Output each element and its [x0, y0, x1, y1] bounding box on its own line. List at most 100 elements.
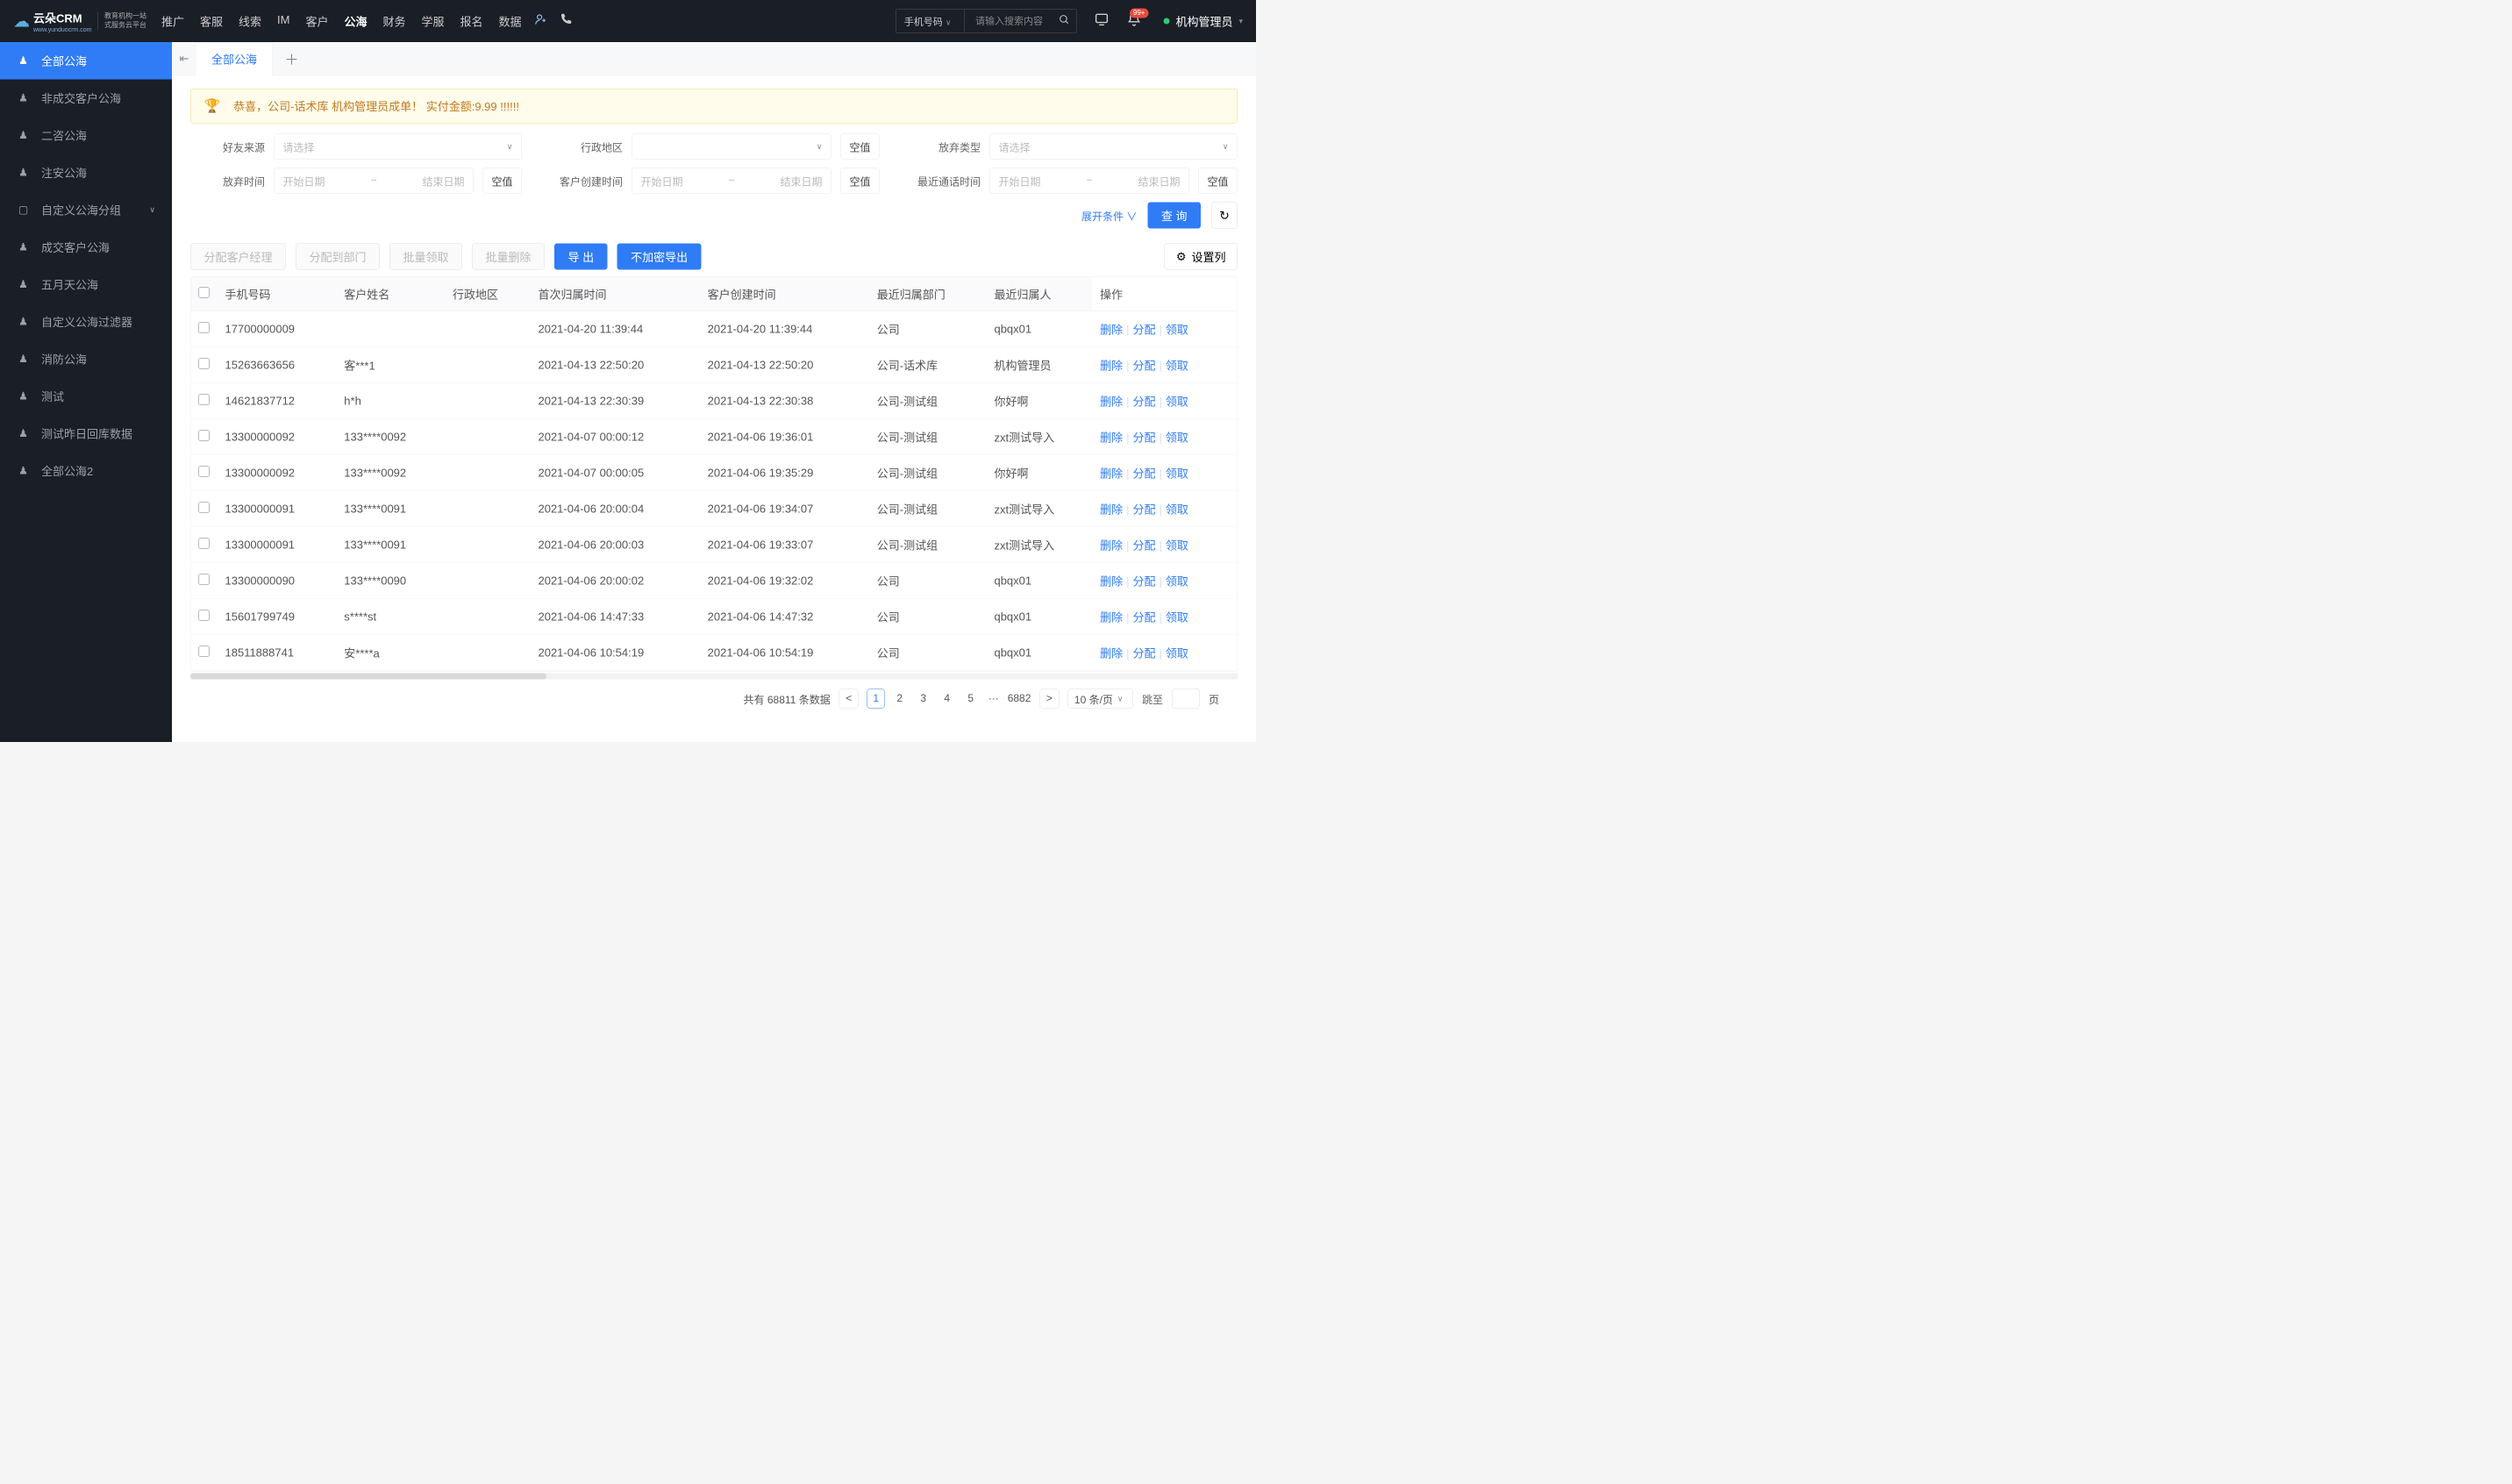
sidebar-item-9[interactable]: ♟测试 — [0, 378, 172, 416]
sidebar-item-7[interactable]: ♟自定义公海过滤器 — [0, 303, 172, 341]
null-abandon-time-button[interactable]: 空值 — [482, 168, 522, 194]
sidebar-item-3[interactable]: ♟注安公海 — [0, 154, 172, 192]
row-assign-link[interactable]: 分配 — [1132, 575, 1155, 589]
row-claim-link[interactable]: 领取 — [1166, 432, 1188, 445]
jump-input[interactable] — [1172, 689, 1200, 709]
row-checkbox[interactable] — [199, 323, 210, 333]
add-user-icon[interactable] — [535, 13, 548, 30]
nav-item-5[interactable]: 公海 — [343, 11, 369, 32]
row-claim-link[interactable]: 领取 — [1166, 324, 1188, 337]
select-friend-source[interactable]: 请选择∨ — [274, 134, 522, 160]
export-button[interactable]: 导 出 — [554, 244, 608, 270]
page-number[interactable]: 2 — [891, 689, 909, 709]
user-menu[interactable]: 机构管理员 ▾ — [1163, 13, 1243, 30]
row-delete-link[interactable]: 删除 — [1100, 647, 1123, 660]
monitor-icon[interactable] — [1094, 12, 1109, 31]
set-columns-button[interactable]: ⚙ 设置列 — [1164, 244, 1238, 270]
row-claim-link[interactable]: 领取 — [1166, 396, 1188, 409]
row-claim-link[interactable]: 领取 — [1166, 575, 1188, 589]
row-delete-link[interactable]: 删除 — [1100, 611, 1123, 624]
null-create-time-button[interactable]: 空值 — [840, 168, 880, 194]
row-claim-link[interactable]: 领取 — [1166, 360, 1188, 373]
add-tab-button[interactable]: ＋ — [273, 48, 311, 68]
nav-item-7[interactable]: 学服 — [420, 11, 446, 32]
row-checkbox[interactable] — [199, 467, 210, 477]
row-claim-link[interactable]: 领取 — [1166, 647, 1188, 660]
row-assign-link[interactable]: 分配 — [1132, 503, 1155, 517]
tab-all-sea[interactable]: 全部公海 — [196, 42, 273, 75]
row-assign-link[interactable]: 分配 — [1132, 467, 1155, 481]
sidebar-item-10[interactable]: ♟测试昨日回库数据 — [0, 415, 172, 453]
row-delete-link[interactable]: 删除 — [1100, 539, 1123, 553]
row-assign-link[interactable]: 分配 — [1132, 432, 1155, 445]
sidebar-item-6[interactable]: ♟五月天公海 — [0, 266, 172, 303]
row-checkbox[interactable] — [199, 539, 210, 549]
row-assign-link[interactable]: 分配 — [1132, 360, 1155, 373]
sidebar-item-1[interactable]: ♟非成交客户公海 — [0, 80, 172, 118]
page-prev-button[interactable]: < — [839, 689, 859, 709]
sidebar-item-2[interactable]: ♟二咨公海 — [0, 117, 172, 154]
row-assign-link[interactable]: 分配 — [1132, 324, 1155, 337]
null-region-button[interactable]: 空值 — [840, 134, 880, 160]
phone-icon[interactable] — [560, 13, 573, 30]
row-claim-link[interactable]: 领取 — [1166, 611, 1188, 624]
row-delete-link[interactable]: 删除 — [1100, 503, 1123, 517]
select-abandon-type[interactable]: 请选择∨ — [989, 134, 1238, 160]
row-assign-link[interactable]: 分配 — [1132, 539, 1155, 553]
row-claim-link[interactable]: 领取 — [1166, 539, 1188, 553]
bulk-claim-button[interactable]: 批量领取 — [389, 244, 462, 270]
row-delete-link[interactable]: 删除 — [1100, 575, 1123, 589]
row-checkbox[interactable] — [199, 610, 210, 621]
nav-item-2[interactable]: 线索 — [237, 11, 263, 32]
export-plain-button[interactable]: 不加密导出 — [617, 244, 702, 270]
range-create-time[interactable]: 开始日期~结束日期 — [632, 168, 831, 194]
select-all-checkbox[interactable] — [199, 288, 210, 298]
row-checkbox[interactable] — [199, 503, 210, 513]
row-delete-link[interactable]: 删除 — [1100, 324, 1123, 337]
row-checkbox[interactable] — [199, 646, 210, 657]
nav-item-9[interactable]: 数据 — [497, 11, 524, 32]
page-last[interactable]: 6882 — [1008, 689, 1031, 709]
row-assign-link[interactable]: 分配 — [1132, 396, 1155, 409]
page-number[interactable]: 3 — [915, 689, 932, 709]
refresh-button[interactable]: ↻ — [1211, 203, 1238, 229]
nav-item-4[interactable]: 客户 — [304, 11, 331, 32]
assign-dept-button[interactable]: 分配到部门 — [296, 244, 380, 270]
search-icon[interactable] — [1059, 14, 1070, 29]
row-delete-link[interactable]: 删除 — [1100, 360, 1123, 373]
page-number[interactable]: 4 — [938, 689, 956, 709]
query-button[interactable]: 查 询 — [1147, 203, 1201, 229]
expand-filters-link[interactable]: 展开条件 ∨ — [1081, 208, 1137, 224]
select-region[interactable]: ∨ — [632, 134, 831, 160]
row-checkbox[interactable] — [199, 431, 210, 441]
sidebar-item-4[interactable]: ▢自定义公海分组∨ — [0, 191, 172, 229]
page-next-button[interactable]: > — [1039, 689, 1059, 709]
search-input[interactable] — [971, 11, 1059, 32]
bulk-delete-button[interactable]: 批量删除 — [472, 244, 545, 270]
nav-item-0[interactable]: 推广 — [160, 11, 186, 32]
sidebar-item-5[interactable]: ♟成交客户公海 — [0, 229, 172, 267]
row-checkbox[interactable] — [199, 395, 210, 405]
collapse-tabs-icon[interactable]: ⇤ — [172, 42, 196, 75]
nav-item-6[interactable]: 财务 — [382, 11, 408, 32]
assign-manager-button[interactable]: 分配客户经理 — [190, 244, 286, 270]
page-number[interactable]: 5 — [962, 689, 980, 709]
row-delete-link[interactable]: 删除 — [1100, 432, 1123, 445]
row-claim-link[interactable]: 领取 — [1166, 467, 1188, 481]
row-checkbox[interactable] — [199, 359, 210, 369]
sidebar-item-0[interactable]: ♟全部公海 — [0, 42, 172, 80]
range-abandon-time[interactable]: 开始日期~结束日期 — [274, 168, 474, 194]
nav-item-3[interactable]: IM — [275, 11, 291, 32]
null-recent-call-button[interactable]: 空值 — [1198, 168, 1238, 194]
nav-item-1[interactable]: 客服 — [198, 11, 225, 32]
row-delete-link[interactable]: 删除 — [1100, 396, 1123, 409]
page-size-select[interactable]: 10 条/页∨ — [1067, 689, 1133, 709]
page-number[interactable]: 1 — [867, 689, 885, 709]
row-assign-link[interactable]: 分配 — [1132, 611, 1155, 624]
sidebar-item-11[interactable]: ♟全部公海2 — [0, 453, 172, 490]
search-type-select[interactable]: 手机号码 ∨ — [896, 10, 965, 32]
nav-item-8[interactable]: 报名 — [459, 11, 485, 32]
row-delete-link[interactable]: 删除 — [1100, 467, 1123, 481]
row-checkbox[interactable] — [199, 574, 210, 585]
range-recent-call[interactable]: 开始日期~结束日期 — [989, 168, 1189, 194]
